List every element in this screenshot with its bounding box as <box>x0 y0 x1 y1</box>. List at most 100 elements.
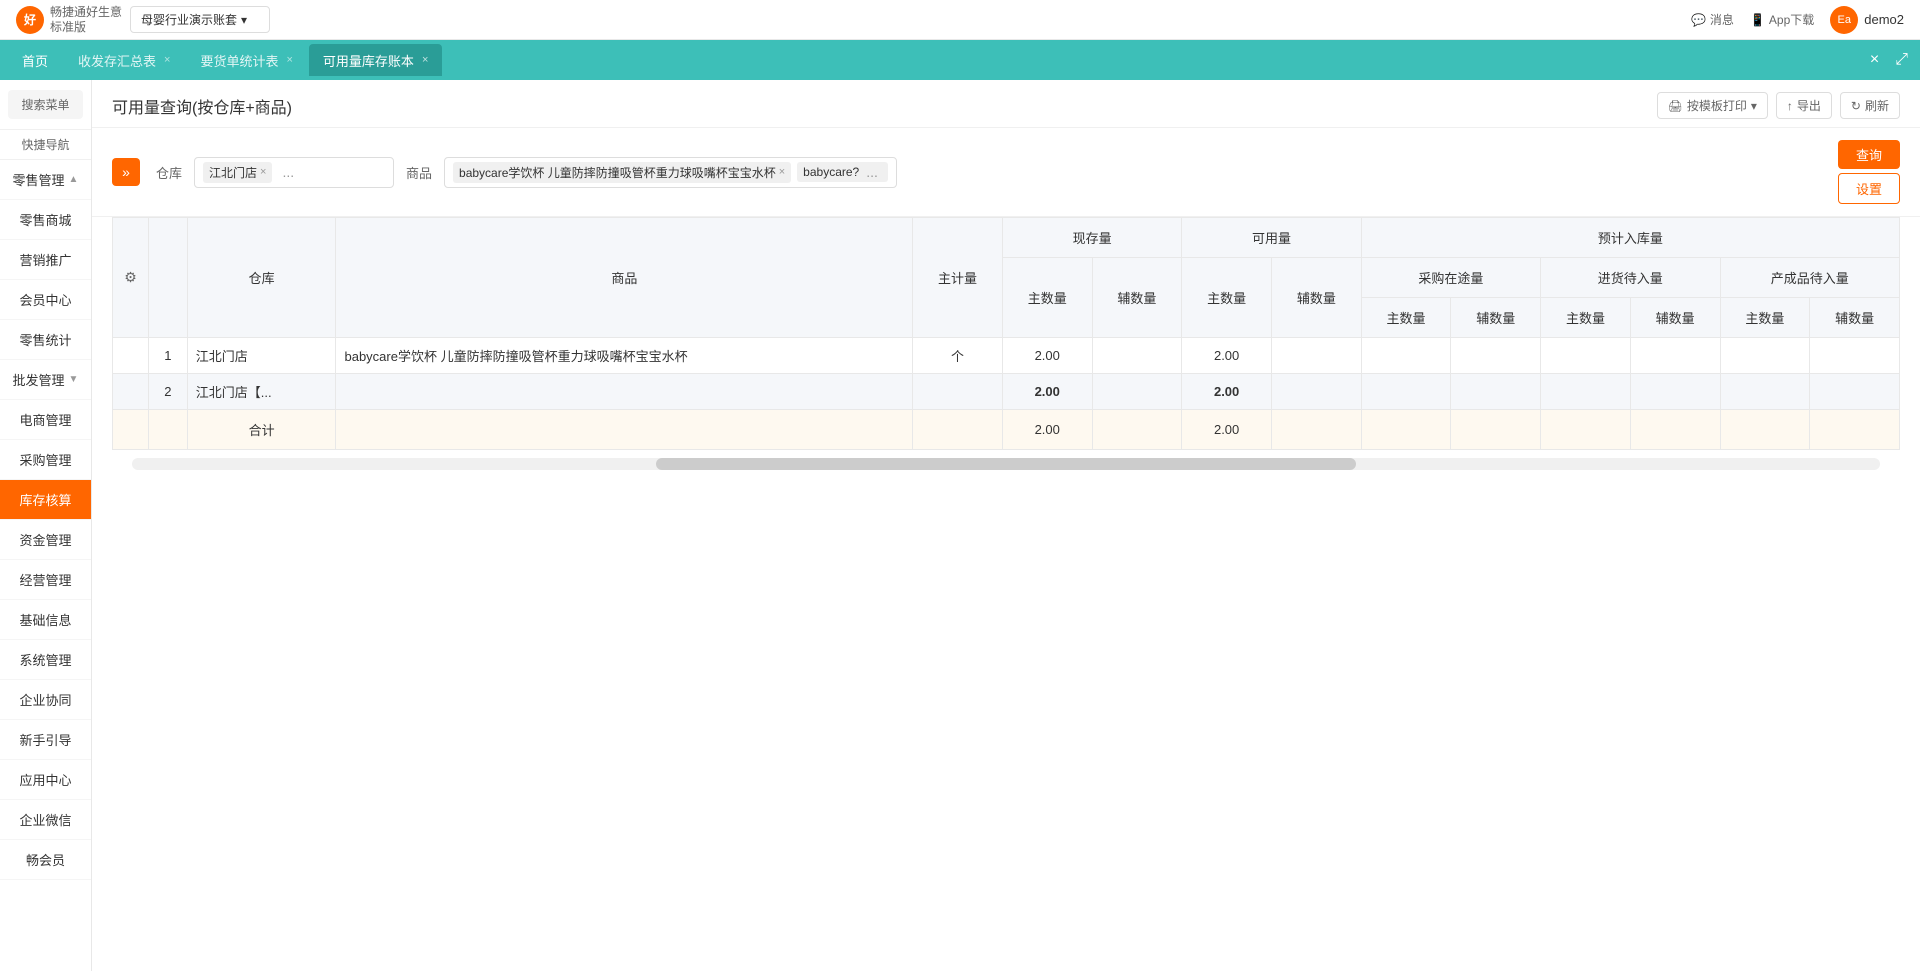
col-product: 商品 <box>336 218 913 338</box>
col-purchase-transit-group: 采购在途量 <box>1361 258 1540 298</box>
logo-icon: 好 <box>16 6 44 34</box>
table-row: 1 江北门店 babycare学饮杯 儿童防摔防撞吸管杯重力球吸嘴杯宝宝水杯 个… <box>113 338 1900 374</box>
warehouse-ellipsis: ... <box>278 164 298 180</box>
main-layout: 搜索菜单 快捷导航 零售管理 ▲ 零售商城 营销推广 会员中心 零售统计 批发管… <box>0 80 1920 971</box>
filter-row: 仓库 江北门店 × ... 商品 babycare学饮杯 儿童防摔防撞吸管杯重力… <box>156 157 1822 188</box>
col-unit: 主计量 <box>913 218 1003 338</box>
col-stock-main: 主数量 <box>1002 258 1092 338</box>
sidebar-item-finance[interactable]: 资金管理 <box>0 520 91 560</box>
filter-area: » 仓库 江北门店 × ... 商品 babycare学饮杯 儿童防摔 <box>92 128 1920 217</box>
col-avail-sub: 辅数量 <box>1271 258 1361 338</box>
col-available-group: 可用量 <box>1182 218 1361 258</box>
page-header: 可用量查询(按仓库+商品) 🖨 按模板打印 ▾ ↑ 导出 ↻ 刷新 <box>92 80 1920 128</box>
close-tab-available[interactable]: × <box>422 54 428 66</box>
col-incoming-sub: 辅数量 <box>1630 298 1720 338</box>
message-icon: 💬 <box>1691 13 1706 27</box>
export-icon: ↑ <box>1787 99 1793 113</box>
nav-tabs-right: × ⤢ <box>1866 49 1912 71</box>
chevron-down-icon: ▾ <box>241 13 247 27</box>
sidebar-item-retail-mgmt[interactable]: 零售管理 ▲ <box>0 160 91 200</box>
col-incoming-group: 预计入库量 <box>1361 218 1899 258</box>
product-tag-2: babycare? ... <box>797 162 888 182</box>
chevron-icon: ▲ <box>69 174 79 185</box>
company-selector[interactable]: 母婴行业演示账套 ▾ <box>130 6 270 33</box>
col-incoming-main: 主数量 <box>1541 298 1631 338</box>
col-prod-incoming-sub: 辅数量 <box>1810 298 1900 338</box>
col-stock-sub: 辅数量 <box>1092 258 1182 338</box>
sidebar-item-enterprise-collab[interactable]: 企业协同 <box>0 680 91 720</box>
col-prod-incoming-main: 主数量 <box>1720 298 1810 338</box>
logo-text: 畅捷通好生意 标准版 <box>50 5 122 34</box>
query-btn[interactable]: 查询 <box>1838 140 1900 169</box>
sidebar-item-system[interactable]: 系统管理 <box>0 640 91 680</box>
content-area: 可用量查询(按仓库+商品) 🖨 按模板打印 ▾ ↑ 导出 ↻ 刷新 <box>92 80 1920 971</box>
col-pur-transit-sub: 辅数量 <box>1451 298 1541 338</box>
warehouse-filter-input[interactable]: 江北门店 × ... <box>194 157 394 188</box>
sidebar-item-vip[interactable]: 畅会员 <box>0 840 91 880</box>
sidebar-item-marketing[interactable]: 营销推广 <box>0 240 91 280</box>
refresh-icon: ↻ <box>1851 99 1861 113</box>
sidebar: 搜索菜单 快捷导航 零售管理 ▲ 零售商城 营销推广 会员中心 零售统计 批发管… <box>0 80 92 971</box>
sidebar-item-purchase[interactable]: 采购管理 <box>0 440 91 480</box>
avatar: Ea <box>1830 6 1858 34</box>
warehouse-filter-label: 仓库 <box>156 163 182 182</box>
page-container: 可用量查询(按仓库+商品) 🖨 按模板打印 ▾ ↑ 导出 ↻ 刷新 <box>92 80 1920 971</box>
tab-home[interactable]: 首页 <box>8 44 62 76</box>
product-filter-label: 商品 <box>406 163 432 182</box>
scrollbar-thumb[interactable] <box>656 458 1355 470</box>
col-avail-main: 主数量 <box>1182 258 1272 338</box>
close-tab-order[interactable]: × <box>286 54 292 66</box>
sidebar-item-wholesale[interactable]: 批发管理 ▼ <box>0 360 91 400</box>
sidebar-item-ecommerce[interactable]: 电商管理 <box>0 400 91 440</box>
sidebar-item-wechat[interactable]: 企业微信 <box>0 800 91 840</box>
top-bar-right: 💬 消息 📱 App下载 Ea demo2 <box>1691 6 1904 34</box>
app-download-btn[interactable]: 📱 App下载 <box>1750 11 1814 28</box>
nav-tabs: 首页 收发存汇总表 × 要货单统计表 × 可用量库存账本 × × ⤢ <box>0 40 1920 80</box>
export-btn[interactable]: ↑ 导出 <box>1776 92 1832 119</box>
sidebar-item-basic-info[interactable]: 基础信息 <box>0 600 91 640</box>
top-bar-left: 好 畅捷通好生意 标准版 母婴行业演示账套 ▾ <box>16 5 270 34</box>
chevron-icon-wholesale: ▼ <box>69 374 79 385</box>
data-table: ⚙ 仓库 商品 主计量 现存量 可用量 预计入库量 主数量 辅数 <box>112 217 1900 450</box>
col-row-num <box>149 218 188 338</box>
filter-toggle-btn[interactable]: » <box>112 158 140 186</box>
print-btn[interactable]: 🖨 按模板打印 ▾ <box>1657 92 1768 119</box>
page-title: 可用量查询(按仓库+商品) <box>112 94 292 118</box>
close-tab-receipt[interactable]: × <box>164 54 170 66</box>
print-icon: 🖨 <box>1668 99 1683 113</box>
settings-btn[interactable]: 设置 <box>1838 173 1900 204</box>
message-btn[interactable]: 💬 消息 <box>1691 11 1734 28</box>
filter-actions: 查询 设置 <box>1838 140 1900 204</box>
table-container: ⚙ 仓库 商品 主计量 现存量 可用量 预计入库量 主数量 辅数 <box>92 217 1920 490</box>
col-purchase-incoming-group: 进货待入量 <box>1541 258 1720 298</box>
sidebar-item-inventory[interactable]: 库存核算 <box>0 480 91 520</box>
chevron-down-icon-print: ▾ <box>1751 99 1757 113</box>
tab-order-stats[interactable]: 要货单统计表 × <box>186 44 306 76</box>
sidebar-item-member[interactable]: 会员中心 <box>0 280 91 320</box>
product-filter-input[interactable]: babycare学饮杯 儿童防摔防撞吸管杯重力球吸嘴杯宝宝水杯 × babyca… <box>444 157 897 188</box>
top-bar: 好 畅捷通好生意 标准版 母婴行业演示账套 ▾ 💬 消息 📱 App下载 Ea … <box>0 0 1920 40</box>
search-menu-btn[interactable]: 搜索菜单 <box>8 90 83 119</box>
tab-receipt-summary[interactable]: 收发存汇总表 × <box>64 44 184 76</box>
col-settings: ⚙ <box>113 218 149 338</box>
column-settings-btn[interactable]: ⚙ <box>124 269 137 286</box>
horizontal-scrollbar[interactable] <box>112 458 1900 470</box>
tab-available-stock[interactable]: 可用量库存账本 × <box>309 44 442 76</box>
close-window-btn[interactable]: × <box>1866 49 1883 71</box>
sidebar-item-app-center[interactable]: 应用中心 <box>0 760 91 800</box>
maximize-btn[interactable]: ⤢ <box>1891 49 1912 71</box>
sidebar-item-retail-stats[interactable]: 零售统计 <box>0 320 91 360</box>
sidebar-item-new-guide[interactable]: 新手引导 <box>0 720 91 760</box>
sidebar-quick-nav[interactable]: 快捷导航 <box>0 130 91 160</box>
sidebar-item-ops[interactable]: 经营管理 <box>0 560 91 600</box>
remove-product-tag-1[interactable]: × <box>779 166 785 178</box>
expand-icon: » <box>122 164 130 180</box>
sidebar-item-retail-mall[interactable]: 零售商城 <box>0 200 91 240</box>
col-pur-transit-main: 主数量 <box>1361 298 1451 338</box>
sidebar-search-area: 搜索菜单 <box>0 80 91 130</box>
col-product-incoming-group: 产成品待入量 <box>1720 258 1900 298</box>
user-info[interactable]: Ea demo2 <box>1830 6 1904 34</box>
refresh-btn[interactable]: ↻ 刷新 <box>1840 92 1900 119</box>
remove-warehouse-tag[interactable]: × <box>260 166 266 178</box>
page-actions: 🖨 按模板打印 ▾ ↑ 导出 ↻ 刷新 <box>1657 92 1900 119</box>
